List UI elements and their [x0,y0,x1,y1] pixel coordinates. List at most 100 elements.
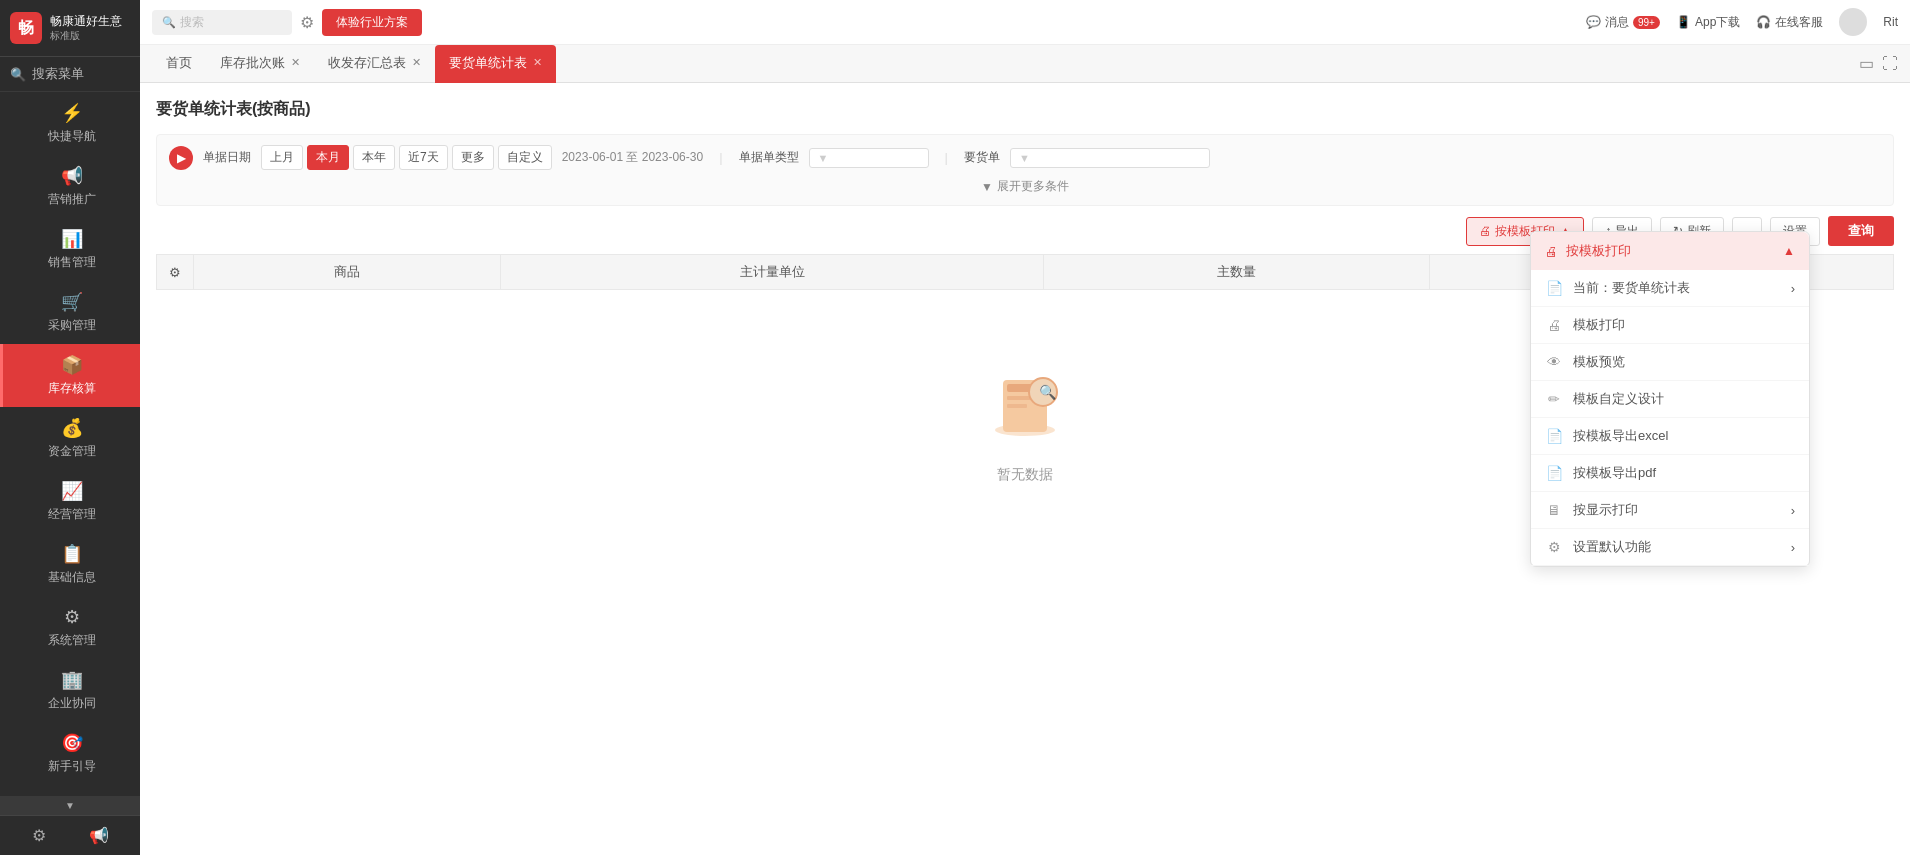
dropdown-item-template-preview[interactable]: 👁 模板预览 [1531,344,1809,381]
tab-fullscreen-btn[interactable]: ⛶ [1882,55,1898,73]
dropdown-header-left: 🖨 按模板打印 [1545,242,1631,260]
app-download-icon: 📱 [1676,15,1691,29]
printer-icon: 🖨 [1545,244,1558,259]
sidebar-item-finance[interactable]: 💰 资金管理 [0,407,140,470]
settings-footer-icon[interactable]: ⚙ [32,826,46,845]
dropdown-current-template[interactable]: 📄 当前：要货单统计表 › [1531,270,1809,307]
export-excel-icon: 📄 [1545,428,1563,444]
sidebar-item-marketing[interactable]: 📢 营销推广 [0,155,140,218]
date-btn-7days[interactable]: 近7天 [399,145,448,170]
sidebar-item-enterprise[interactable]: 🏢 企业协同 [0,659,140,722]
app-logo-text: 畅康通好生意 标准版 [50,13,122,44]
display-print-icon: 🖥 [1545,502,1563,518]
app-logo-icon: 畅 [10,12,42,44]
dropdown-item-set-default[interactable]: ⚙ 设置默认功能 › [1531,529,1809,566]
tab-expand-btn[interactable]: ▭ [1859,54,1874,73]
topbar-search-icon: 🔍 [162,16,176,29]
sidebar-footer: ⚙ 📢 [0,815,140,855]
sidebar-item-inventory[interactable]: 📦 库存核算 [0,344,140,407]
message-btn[interactable]: 💬 消息 99+ [1586,14,1660,31]
topbar-gear-icon[interactable]: ⚙ [300,13,314,32]
date-btn-this-year[interactable]: 本年 [353,145,395,170]
svg-rect-4 [1007,404,1027,408]
dropdown-collapse-icon[interactable]: ▲ [1783,244,1795,258]
sidebar-nav: ⚡ 快捷导航 📢 营销推广 📊 销售管理 🛒 采购管理 📦 库存核算 💰 资金管… [0,92,140,796]
topbar-right: 💬 消息 99+ 📱 App下载 🎧 在线客服 Rit [1586,8,1898,36]
tabs-right-controls: ▭ ⛶ [1859,54,1898,73]
template-print-icon: 🖨 [1545,317,1563,333]
expand-more-btn[interactable]: ▼ 展开更多条件 [981,178,1069,195]
sidebar-item-basic[interactable]: 📋 基础信息 [0,533,140,596]
tab-home[interactable]: 首页 [152,45,206,83]
date-btn-custom[interactable]: 自定义 [498,145,552,170]
query-btn[interactable]: 查询 [1828,216,1894,246]
svg-text:🔍: 🔍 [1039,384,1057,401]
sidebar: 畅 畅康通好生意 标准版 🔍 搜索菜单 ⚡ 快捷导航 📢 营销推广 📊 销售管理… [0,0,140,855]
goods-select[interactable]: ▼ [1010,148,1210,168]
main-area: 🔍 搜索 ⚙ 体验行业方案 💬 消息 99+ 📱 App下载 🎧 在线客服 Ri… [140,0,1910,855]
dropdown-item-export-excel[interactable]: 📄 按模板导出excel [1531,418,1809,455]
dropdown-item-template-print[interactable]: 🖨 模板打印 [1531,307,1809,344]
tab-receipt-summary[interactable]: 收发存汇总表 ✕ [314,45,435,83]
sidebar-item-purchase[interactable]: 🛒 采购管理 [0,281,140,344]
filter-bar: ▶ 单据日期 上月 本月 本年 近7天 更多 自定义 2023-06-01 至 … [156,134,1894,206]
print-icon: 🖨 [1479,224,1491,238]
sidebar-logo: 畅 畅康通好生意 标准版 [0,0,140,57]
dropdown-header[interactable]: 🖨 按模板打印 ▲ [1531,232,1809,270]
filter-sep: | [719,150,722,165]
col-quantity: 主数量 [1043,255,1429,290]
user-avatar[interactable] [1839,8,1867,36]
svg-rect-3 [1007,396,1031,400]
sales-icon: 📊 [61,228,83,250]
tab-close-receipt-summary[interactable]: ✕ [412,56,421,69]
finance-icon: 💰 [61,417,83,439]
type-select[interactable]: ▼ [809,148,929,168]
help-footer-icon[interactable]: 📢 [89,826,109,845]
message-icon: 💬 [1586,15,1601,29]
sidebar-item-sales[interactable]: 📊 销售管理 [0,218,140,281]
print-dropdown-panel: 🖨 按模板打印 ▲ 📄 当前：要货单统计表 › 🖨 模板打印 👁 [1530,231,1810,567]
date-btn-prev-month[interactable]: 上月 [261,145,303,170]
date-range-display: 2023-06-01 至 2023-06-30 [562,149,703,166]
tab-close-requisition-stats[interactable]: ✕ [533,56,542,69]
sidebar-item-quick-nav[interactable]: ⚡ 快捷导航 [0,92,140,155]
display-print-arrow: › [1791,503,1795,518]
dropdown-item-export-pdf[interactable]: 📄 按模板导出pdf [1531,455,1809,492]
topbar-search[interactable]: 🔍 搜索 [152,10,292,35]
purchase-icon: 🛒 [61,291,83,313]
dropdown-item-template-custom[interactable]: ✏ 模板自定义设计 [1531,381,1809,418]
sidebar-item-apps[interactable]: 🔲 应用中心 [0,785,140,796]
marketing-icon: 📢 [61,165,83,187]
online-service-btn[interactable]: 🎧 在线客服 [1756,14,1823,31]
date-label: 单据日期 [203,149,251,166]
template-icon: 📄 [1545,280,1563,296]
empty-illustration: 🔍 [975,350,1075,450]
enterprise-icon: 🏢 [61,669,83,691]
export-pdf-icon: 📄 [1545,465,1563,481]
sidebar-item-guide[interactable]: 🎯 新手引导 [0,722,140,785]
tab-batch-account[interactable]: 库存批次账 ✕ [206,45,314,83]
table-settings-col[interactable]: ⚙ [157,255,194,290]
filter-row: ▶ 单据日期 上月 本月 本年 近7天 更多 自定义 2023-06-01 至 … [169,145,1881,170]
app-download-btn[interactable]: 📱 App下载 [1676,14,1740,31]
trial-btn[interactable]: 体验行业方案 [322,9,422,36]
template-preview-icon: 👁 [1545,354,1563,370]
tab-requisition-stats[interactable]: 要货单统计表 ✕ [435,45,556,83]
username-label: Rit [1883,15,1898,29]
headset-icon: 🎧 [1756,15,1771,29]
date-btn-more[interactable]: 更多 [452,145,494,170]
tabs-bar: 首页 库存批次账 ✕ 收发存汇总表 ✕ 要货单统计表 ✕ ▭ ⛶ [140,45,1910,83]
tab-close-batch-account[interactable]: ✕ [291,56,300,69]
page-content: 要货单统计表(按商品) ▶ 单据日期 上月 本月 本年 近7天 更多 自定义 2… [140,83,1910,855]
sidebar-scroll-down[interactable]: ▼ [0,796,140,815]
sidebar-search[interactable]: 🔍 搜索菜单 [0,57,140,92]
sidebar-item-operations[interactable]: 📈 经营管理 [0,470,140,533]
quick-nav-icon: ⚡ [61,102,83,124]
topbar: 🔍 搜索 ⚙ 体验行业方案 💬 消息 99+ 📱 App下载 🎧 在线客服 Ri… [140,0,1910,45]
date-btn-this-month[interactable]: 本月 [307,145,349,170]
sidebar-item-system[interactable]: ⚙ 系统管理 [0,596,140,659]
dropdown-item-display-print[interactable]: 🖥 按显示打印 › [1531,492,1809,529]
filter-expand-arrow[interactable]: ▶ [169,146,193,170]
operations-icon: 📈 [61,480,83,502]
type-label: 单据单类型 [739,149,799,166]
